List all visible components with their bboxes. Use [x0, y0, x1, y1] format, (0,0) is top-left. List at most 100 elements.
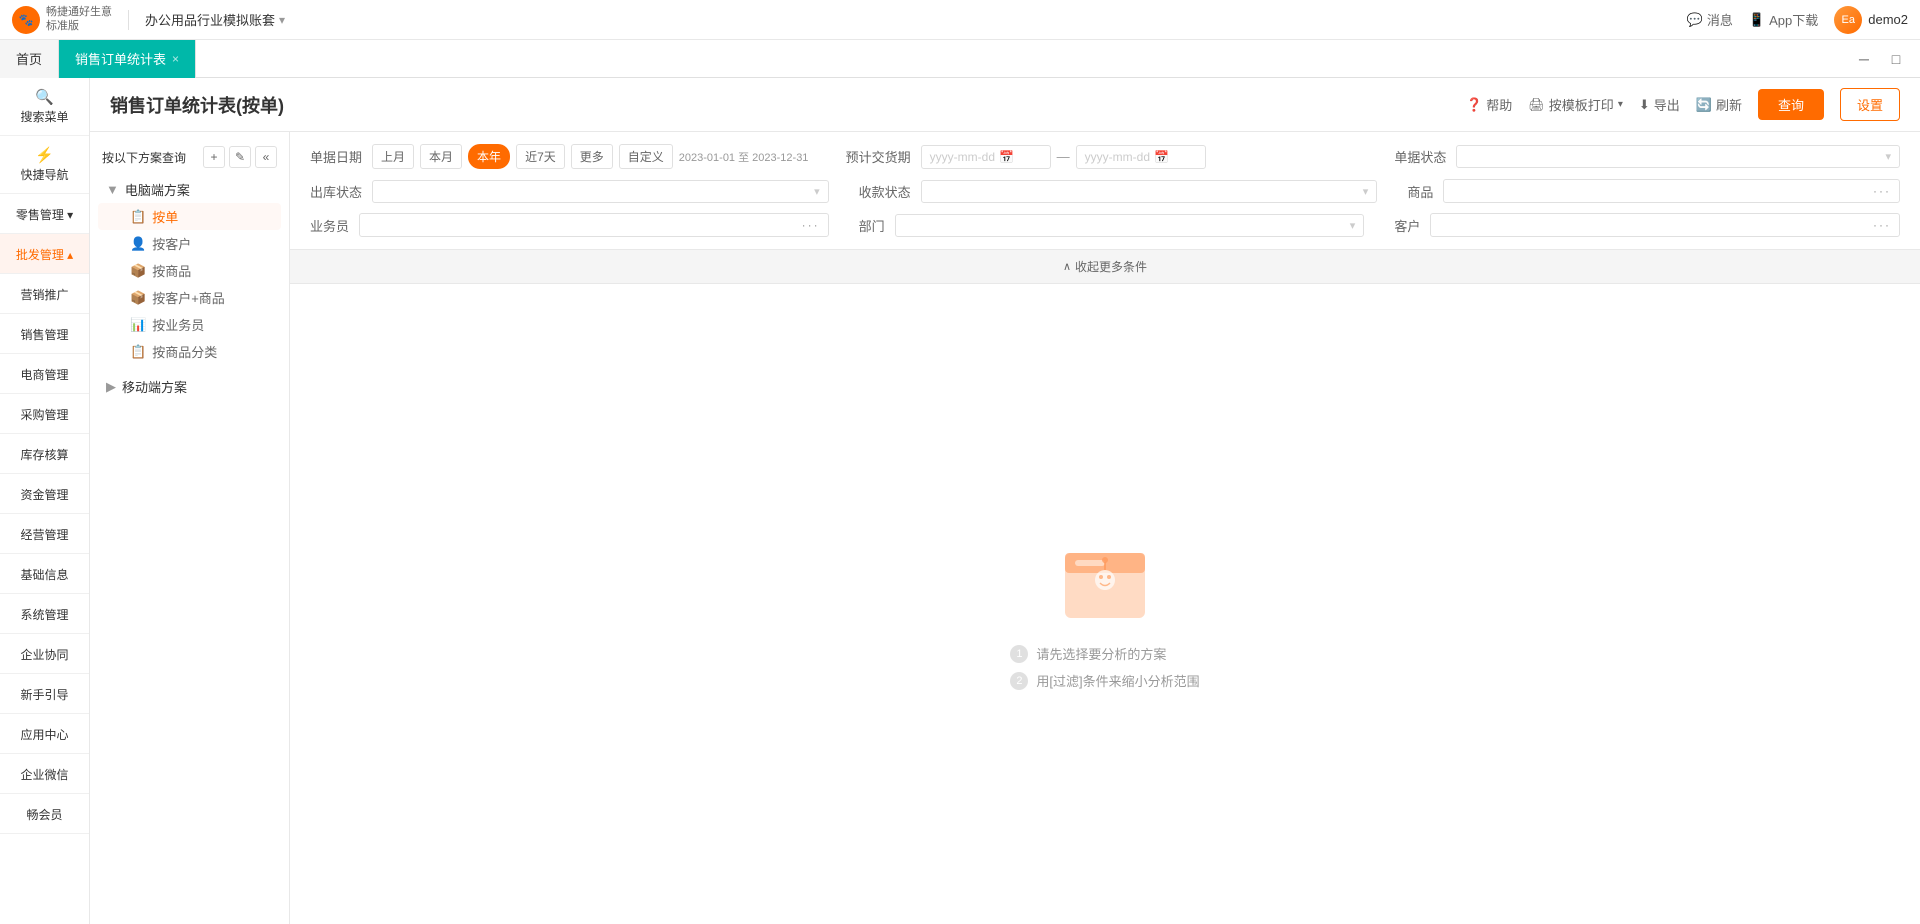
empty-illustration: [1040, 518, 1170, 628]
date-btn-last-7days[interactable]: 近7天: [516, 144, 565, 169]
date-separator: —: [1057, 149, 1070, 164]
refresh-icon: 🔄: [1696, 97, 1712, 113]
status-select[interactable]: ▾: [1456, 145, 1900, 168]
scheme-mobile-section[interactable]: ▶ 移动端方案: [98, 373, 281, 400]
logo-area: 🐾 畅捷通好生意 标准版: [12, 6, 112, 34]
sidebar-item-operation[interactable]: 经营管理: [0, 514, 89, 554]
tab-minimize-btn[interactable]: ─: [1852, 47, 1876, 71]
expected-date-group: yyyy-mm-dd 📅 — yyyy-mm-dd 📅: [921, 145, 1365, 169]
app-icon: 📱: [1749, 12, 1765, 28]
tab-sales-order[interactable]: 销售订单统计表 ×: [59, 40, 196, 78]
date-btn-more[interactable]: 更多: [571, 144, 613, 169]
filter-row-1: 单据日期 上月 本月 本年 近7天 更多 自定义 2023-01-01 至 20…: [310, 144, 1900, 169]
sidebar-item-basic[interactable]: 基础信息: [0, 554, 89, 594]
sidebar-item-finance[interactable]: 资金管理: [0, 474, 89, 514]
sidebar-item-inventory[interactable]: 库存核算: [0, 434, 89, 474]
scheme-goods-icon: 📦: [130, 263, 146, 279]
page-actions: ❓ 帮助 🖨 按模板打印 ▾ ⬇ 导出 🔄 刷新 查询 设置: [1466, 88, 1900, 121]
title-dropdown-icon[interactable]: ▾: [279, 13, 285, 27]
sidebar-item-corp[interactable]: 企业协同: [0, 634, 89, 674]
topbar-title[interactable]: 办公用品行业模拟账套 ▾: [145, 10, 285, 29]
delivery-dropdown-icon: ▾: [814, 185, 820, 198]
status-dropdown-icon: ▾: [1885, 150, 1891, 163]
page-title: 销售订单统计表(按单): [110, 92, 284, 118]
scheme-add-btn[interactable]: +: [203, 146, 225, 168]
page-header: 销售订单统计表(按单) ❓ 帮助 🖨 按模板打印 ▾ ⬇ 导出 🔄 刷新: [90, 78, 1920, 132]
scheme-item-by-customer[interactable]: 👤 按客户: [98, 230, 281, 257]
customer-select[interactable]: ···: [1430, 213, 1900, 237]
export-icon: ⬇: [1639, 97, 1650, 113]
sidebar-item-wechat[interactable]: 企业微信: [0, 754, 89, 794]
scheme-pc-triangle-icon: ▼: [106, 182, 119, 197]
sidebar-item-member[interactable]: 畅会员: [0, 794, 89, 834]
scheme-item-by-order[interactable]: 📋 按单: [98, 203, 281, 230]
sidebar-item-wholesale[interactable]: 批发管理 ▴: [0, 234, 89, 274]
tab-close-btn[interactable]: ×: [172, 52, 179, 66]
app-download-btn[interactable]: 📱 App下载: [1749, 10, 1818, 29]
date-btn-this-month[interactable]: 本月: [420, 144, 462, 169]
hint-num-1: 1: [1010, 645, 1028, 663]
filter-row-3: 业务员 ··· 部门 ▾ 客户 ···: [310, 213, 1900, 237]
delivery-select[interactable]: ▾: [372, 180, 829, 203]
scheme-item-by-goods[interactable]: 📦 按商品: [98, 257, 281, 284]
date-btn-this-year[interactable]: 本年: [468, 144, 510, 169]
expected-date-start[interactable]: yyyy-mm-dd 📅: [921, 145, 1051, 169]
sidebar-item-marketing[interactable]: 营销推广: [0, 274, 89, 314]
avatar: Ea: [1834, 6, 1862, 34]
goods-dots-icon: ···: [1873, 184, 1891, 198]
message-btn[interactable]: 💬 消息: [1687, 10, 1733, 29]
collapse-icon: ∧: [1063, 260, 1071, 273]
refresh-btn[interactable]: 🔄 刷新: [1696, 95, 1742, 114]
scheme-category-icon: 📋: [130, 344, 146, 360]
settings-button[interactable]: 设置: [1840, 88, 1900, 121]
sidebar-item-sales[interactable]: 销售管理: [0, 314, 89, 354]
date-btn-last-month[interactable]: 上月: [372, 144, 414, 169]
expected-date-end[interactable]: yyyy-mm-dd 📅: [1076, 145, 1206, 169]
salesperson-select[interactable]: ···: [359, 213, 829, 237]
sidebar-item-search[interactable]: 🔍 搜索菜单: [0, 78, 89, 136]
scheme-panel-header: 按以下方案查询 + ✎ «: [90, 142, 289, 176]
print-btn[interactable]: 🖨 按模板打印 ▾: [1528, 95, 1623, 114]
salesperson-dots-icon: ···: [802, 218, 820, 232]
customer-dots-icon: ···: [1873, 218, 1891, 232]
scheme-pc-section[interactable]: ▼ 电脑端方案: [98, 176, 281, 203]
payment-dropdown-icon: ▾: [1363, 185, 1369, 198]
filter-data-area: 按以下方案查询 + ✎ « ▼ 电脑端方案 📋: [90, 132, 1920, 924]
scheme-collapse-btn[interactable]: «: [255, 146, 277, 168]
user-area[interactable]: Ea demo2: [1834, 6, 1908, 34]
date-btn-custom[interactable]: 自定义: [619, 144, 673, 169]
collapse-bar[interactable]: ∧ 收起更多条件: [290, 250, 1920, 284]
help-icon: ❓: [1466, 97, 1482, 113]
payment-select[interactable]: ▾: [921, 180, 1378, 203]
sidebar: 🔍 搜索菜单 ⚡ 快捷导航 零售管理 ▾ 批发管理 ▴ 营销推广 销售管理 电商…: [0, 78, 90, 924]
print-dropdown-icon: ▾: [1618, 99, 1623, 110]
goods-select[interactable]: ···: [1443, 179, 1900, 203]
tab-maximize-btn[interactable]: □: [1884, 47, 1908, 71]
help-btn[interactable]: ❓ 帮助: [1466, 95, 1512, 114]
sidebar-item-retail[interactable]: 零售管理 ▾: [0, 194, 89, 234]
scheme-item-by-salesperson[interactable]: 📊 按业务员: [98, 311, 281, 338]
sidebar-item-quicknav[interactable]: ⚡ 快捷导航: [0, 136, 89, 194]
topbar-left: 🐾 畅捷通好生意 标准版 办公用品行业模拟账套 ▾: [12, 6, 285, 34]
export-btn[interactable]: ⬇ 导出: [1639, 95, 1680, 114]
empty-svg: [1040, 518, 1170, 628]
sidebar-item-ecommerce[interactable]: 电商管理: [0, 354, 89, 394]
scheme-tree: ▼ 电脑端方案 📋 按单 👤 按客户 📦 按商品: [90, 176, 289, 400]
scheme-edit-btn[interactable]: ✎: [229, 146, 251, 168]
sidebar-item-newbie[interactable]: 新手引导: [0, 674, 89, 714]
query-button[interactable]: 查询: [1758, 89, 1824, 120]
sidebar-item-system[interactable]: 系统管理: [0, 594, 89, 634]
content-area: 销售订单统计表(按单) ❓ 帮助 🖨 按模板打印 ▾ ⬇ 导出 🔄 刷新: [90, 78, 1920, 924]
tab-home[interactable]: 首页: [0, 40, 59, 78]
sidebar-item-purchase[interactable]: 采购管理: [0, 394, 89, 434]
empty-hints: 1 请先选择要分析的方案 2 用[过滤]条件来缩小分析范围: [1010, 644, 1199, 690]
scheme-item-by-category[interactable]: 📋 按商品分类: [98, 338, 281, 365]
sidebar-item-apps[interactable]: 应用中心: [0, 714, 89, 754]
scheme-panel: 按以下方案查询 + ✎ « ▼ 电脑端方案 📋: [90, 132, 290, 924]
hint-num-2: 2: [1010, 672, 1028, 690]
scheme-item-by-customer-goods[interactable]: 📦 按客户+商品: [98, 284, 281, 311]
calendar-icon: 📅: [999, 150, 1014, 164]
dept-select[interactable]: ▾: [895, 214, 1365, 237]
scheme-item-icon: 📋: [130, 209, 146, 225]
message-icon: 💬: [1687, 12, 1703, 28]
